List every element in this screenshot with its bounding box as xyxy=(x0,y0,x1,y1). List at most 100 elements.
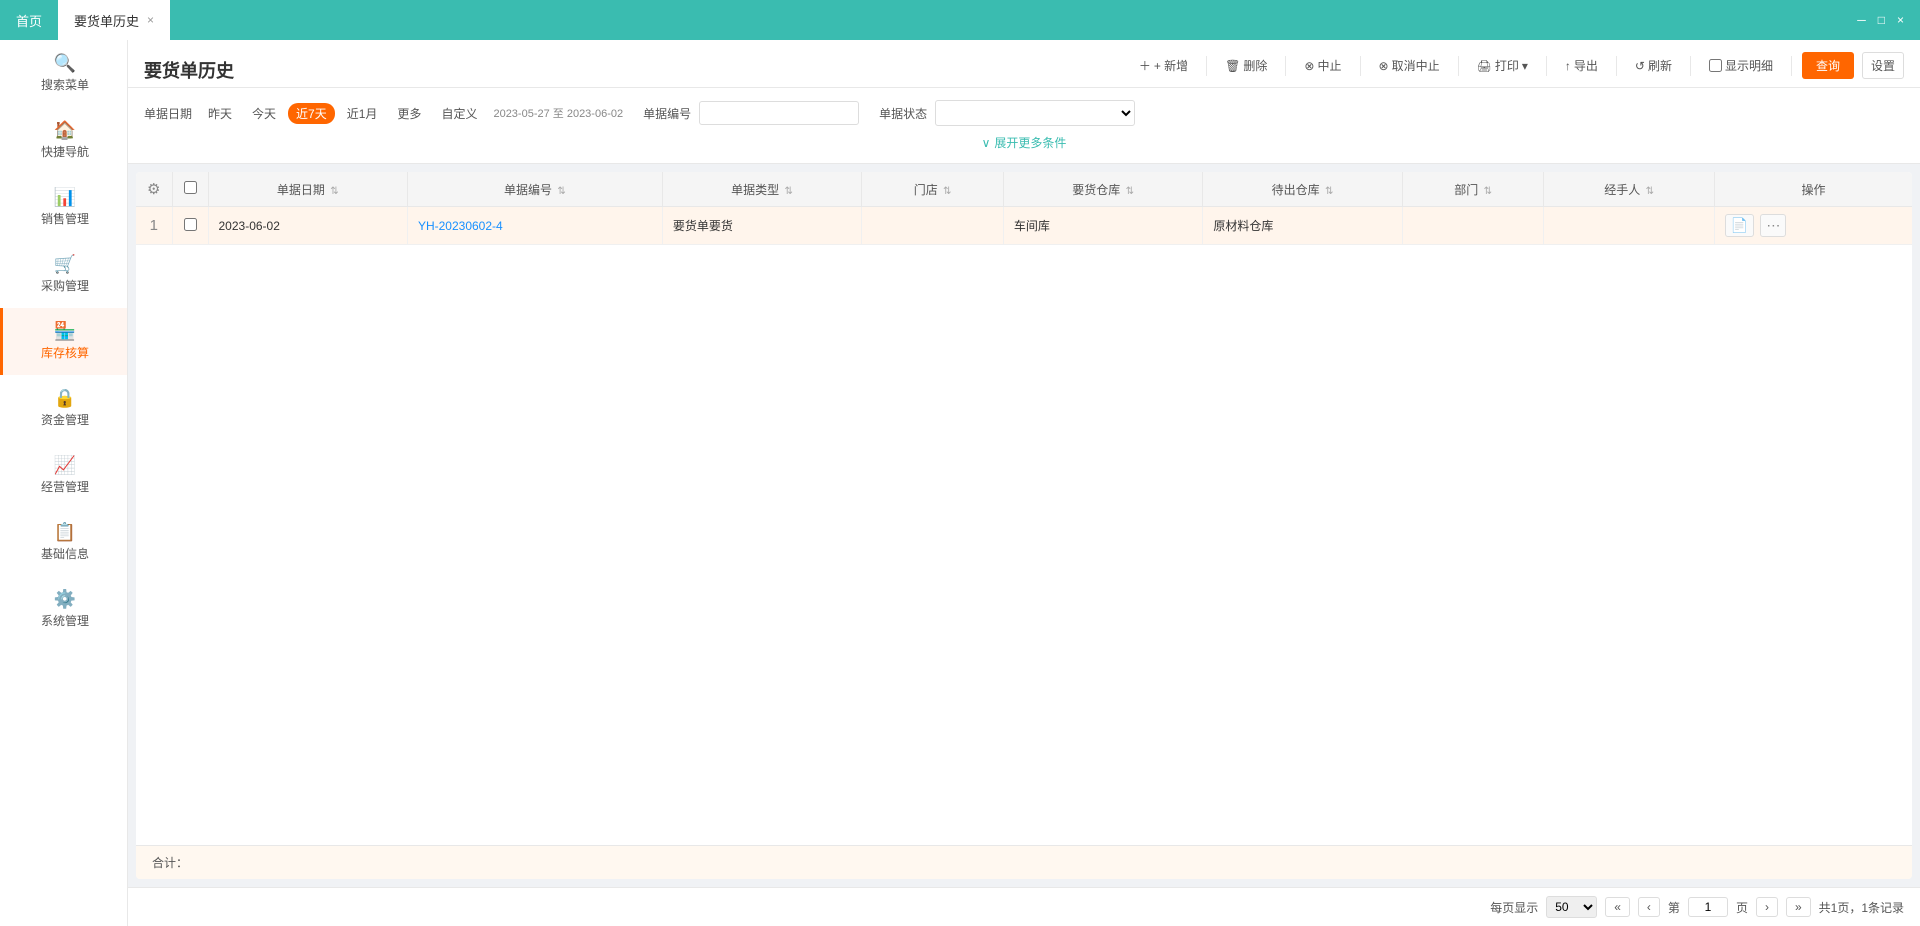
sidebar-item-purchase-mgmt[interactable]: 🛒 采购管理 xyxy=(0,241,127,308)
row-1-docno-link[interactable]: YH-20230602-4 xyxy=(418,219,503,233)
export-button[interactable]: ↑ 导出 xyxy=(1557,53,1606,78)
tab-home[interactable]: 首页 xyxy=(0,0,58,40)
page-header: 要货单历史 ＋ + 新增 🗑 删除 ⊗ 中止 ⊗ xyxy=(128,40,1920,88)
row-1-check xyxy=(172,207,208,245)
row-1-req-warehouse: 车间库 xyxy=(1003,207,1202,245)
tab-close-icon[interactable]: × xyxy=(147,13,154,27)
col-date-label: 单据日期 xyxy=(277,183,325,197)
toolbar-divider-2 xyxy=(1285,56,1286,76)
query-button[interactable]: 查询 xyxy=(1802,52,1854,79)
next-page-button[interactable]: › xyxy=(1756,897,1778,917)
date-btn-custom[interactable]: 自定义 xyxy=(433,103,485,124)
date-btn-more[interactable]: 更多 xyxy=(389,103,429,124)
col-req-warehouse-header[interactable]: 要货仓库 ⇅ xyxy=(1003,172,1202,207)
col-handler-label: 经手人 xyxy=(1604,183,1640,197)
total-label: 合计： xyxy=(152,854,188,871)
col-pending-warehouse-label: 待出仓库 xyxy=(1272,183,1320,197)
row-1-more-button[interactable]: ⋯ xyxy=(1760,214,1786,237)
col-dept-header[interactable]: 部门 ⇅ xyxy=(1402,172,1544,207)
window-maximize-button[interactable]: □ xyxy=(1878,13,1885,27)
select-all-checkbox[interactable] xyxy=(184,181,197,194)
col-date-header[interactable]: 单据日期 ⇅ xyxy=(208,172,407,207)
date-btn-1month[interactable]: 近1月 xyxy=(339,103,386,124)
cancel-suspend-label: 取消中止 xyxy=(1392,57,1440,74)
system-mgmt-icon: ⚙️ xyxy=(54,590,76,608)
col-dept-label: 部门 xyxy=(1454,183,1478,197)
window-minimize-button[interactable]: ─ xyxy=(1857,13,1866,27)
sidebar-item-inventory-calc[interactable]: 🏪 库存核算 xyxy=(0,308,127,375)
status-select[interactable] xyxy=(935,100,1135,126)
sidebar-item-finance-mgmt[interactable]: 🔒 资金管理 xyxy=(0,375,127,442)
row-1-view-button[interactable]: 📄 xyxy=(1725,214,1754,237)
tab-home-label: 首页 xyxy=(16,11,42,30)
table-header: ⚙ 单据日期 ⇅ 单据编号 ⇅ 单据类型 xyxy=(136,172,1912,207)
row-1-handler xyxy=(1544,207,1715,245)
data-table: ⚙ 单据日期 ⇅ 单据编号 ⇅ 单据类型 xyxy=(136,172,1912,245)
sidebar: 🔍 搜索菜单 🏠 快捷导航 📊 销售管理 🛒 采购管理 🏪 库存核算 🔒 资金管… xyxy=(0,40,128,926)
window-close-button[interactable]: × xyxy=(1897,13,1904,27)
sidebar-item-search-menu[interactable]: 🔍 搜索菜单 xyxy=(0,40,127,107)
col-pending-warehouse-header[interactable]: 待出仓库 ⇅ xyxy=(1203,172,1402,207)
first-page-button[interactable]: « xyxy=(1605,897,1630,917)
table-area: ⚙ 单据日期 ⇅ 单据编号 ⇅ 单据类型 xyxy=(136,172,1912,879)
col-req-warehouse-label: 要货仓库 xyxy=(1072,183,1120,197)
date-btn-7days[interactable]: 近7天 xyxy=(288,103,335,124)
col-handler-sort-icon: ⇅ xyxy=(1646,186,1654,197)
sidebar-item-operations-mgmt[interactable]: 📈 经营管理 xyxy=(0,442,127,509)
sidebar-item-sales-mgmt[interactable]: 📊 销售管理 xyxy=(0,174,127,241)
filter-date-item: 单据日期 昨天 今天 近7天 近1月 更多 自定义 2023-05-27 至 2… xyxy=(144,103,623,124)
settings-button[interactable]: 设置 xyxy=(1862,52,1904,79)
docno-filter-label: 单据编号 xyxy=(643,105,691,122)
col-store-header[interactable]: 门店 ⇅ xyxy=(862,172,1004,207)
refresh-button[interactable]: ↺ 刷新 xyxy=(1627,53,1680,78)
date-btn-yesterday[interactable]: 昨天 xyxy=(200,103,240,124)
query-label: 查询 xyxy=(1816,57,1840,74)
cancel-suspend-button[interactable]: ⊗ 取消中止 xyxy=(1371,53,1448,78)
page-number-input[interactable] xyxy=(1688,897,1728,917)
status-filter-label: 单据状态 xyxy=(879,105,927,122)
new-button[interactable]: ＋ + 新增 xyxy=(1131,53,1196,78)
col-store-label: 门店 xyxy=(914,183,938,197)
col-ops-header: 操作 xyxy=(1714,172,1912,207)
col-pending-warehouse-sort-icon: ⇅ xyxy=(1325,186,1333,197)
toolbar-divider-1 xyxy=(1206,56,1207,76)
page-prefix-label: 第 xyxy=(1668,899,1680,916)
col-check-header xyxy=(172,172,208,207)
col-doctype-header[interactable]: 单据类型 ⇅ xyxy=(662,172,861,207)
prev-page-button[interactable]: ‹ xyxy=(1638,897,1660,917)
date-btn-today[interactable]: 今天 xyxy=(244,103,284,124)
filter-docno-item: 单据编号 xyxy=(643,101,859,125)
date-filter-label: 单据日期 xyxy=(144,105,192,122)
sidebar-item-system-mgmt-label: 系统管理 xyxy=(41,612,89,629)
sidebar-item-quick-nav[interactable]: 🏠 快捷导航 xyxy=(0,107,127,174)
row-1-pending-warehouse: 原材料仓库 xyxy=(1203,207,1402,245)
show-detail-button[interactable]: 显示明细 xyxy=(1701,53,1781,78)
sales-mgmt-icon: 📊 xyxy=(54,188,76,206)
top-bar: 首页 要货单历史 × ─ □ × xyxy=(0,0,1920,40)
col-handler-header[interactable]: 经手人 ⇅ xyxy=(1544,172,1715,207)
docno-input[interactable] xyxy=(699,101,859,125)
sidebar-item-basic-info[interactable]: 📋 基础信息 xyxy=(0,509,127,576)
col-docno-header[interactable]: 单据编号 ⇅ xyxy=(407,172,662,207)
show-detail-checkbox[interactable] xyxy=(1709,59,1722,72)
print-button[interactable]: 🖨 打印 ▾ xyxy=(1469,53,1536,78)
expand-more-button[interactable]: ∨ 展开更多条件 xyxy=(144,134,1904,151)
sidebar-item-finance-mgmt-label: 资金管理 xyxy=(41,411,89,428)
suspend-button[interactable]: ⊗ 中止 xyxy=(1296,53,1349,78)
delete-button[interactable]: 🗑 删除 xyxy=(1217,53,1275,78)
sidebar-item-system-mgmt[interactable]: ⚙️ 系统管理 xyxy=(0,576,127,643)
col-docno-label: 单据编号 xyxy=(504,183,552,197)
per-page-label: 每页显示 xyxy=(1490,899,1538,916)
tab-requisition-history[interactable]: 要货单历史 × xyxy=(58,0,170,40)
row-1-docno[interactable]: YH-20230602-4 xyxy=(407,207,662,245)
filter-area: 单据日期 昨天 今天 近7天 近1月 更多 自定义 2023-05-27 至 2… xyxy=(128,88,1920,164)
table-row[interactable]: 1 2023-06-02 YH-20230602-4 要货单要货 车间库 原材料… xyxy=(136,207,1912,245)
last-page-button[interactable]: » xyxy=(1786,897,1811,917)
per-page-select[interactable]: 50 10 20 100 xyxy=(1546,896,1597,918)
table-body: 1 2023-06-02 YH-20230602-4 要货单要货 车间库 原材料… xyxy=(136,207,1912,245)
col-settings-header[interactable]: ⚙ xyxy=(136,172,172,207)
row-1-checkbox[interactable] xyxy=(184,218,197,231)
col-store-sort-icon: ⇅ xyxy=(943,186,951,197)
print-dropdown-icon: ▾ xyxy=(1522,59,1528,73)
toolbar-divider-4 xyxy=(1458,56,1459,76)
